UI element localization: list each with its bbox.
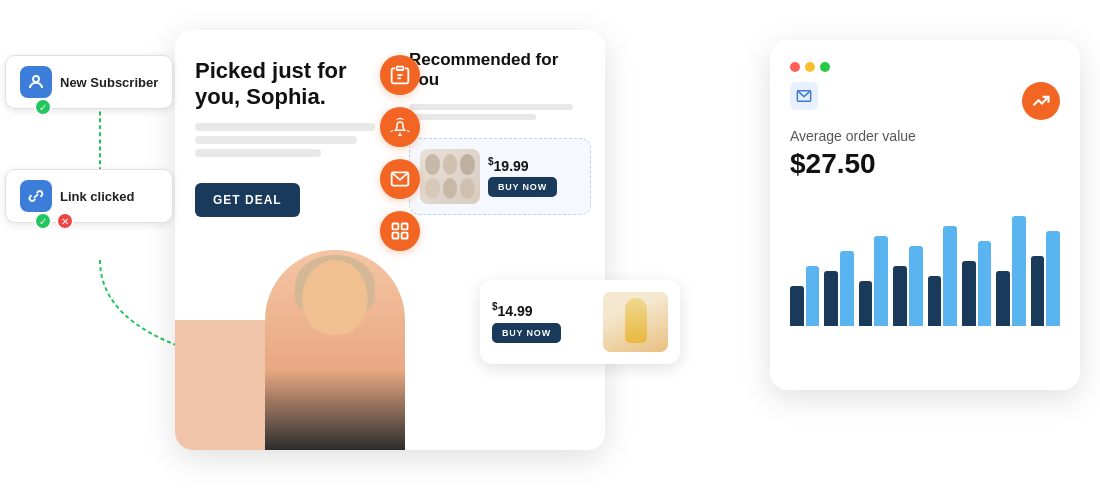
mac-dot-green [820, 62, 830, 72]
channel-icon-bell [380, 107, 420, 147]
svg-point-1 [33, 76, 39, 82]
product-info-2: $14.99 BUY NOW [492, 301, 593, 343]
email-analytics-icon [790, 82, 818, 110]
main-card-right-panel: Recommended for you [395, 30, 605, 450]
channel-icon-clipboard [380, 55, 420, 95]
bar-light-4 [943, 226, 957, 326]
svg-rect-9 [402, 224, 408, 230]
product-info-1: $19.99 BUY NOW [488, 156, 580, 198]
bar-light-6 [1012, 216, 1026, 326]
bar-group-5 [962, 241, 991, 326]
subscriber-icon [20, 66, 52, 98]
bar-group-1 [824, 251, 853, 326]
mac-dot-yellow [805, 62, 815, 72]
analytics-top-row [790, 82, 1060, 120]
svg-rect-10 [393, 233, 399, 239]
channel-icon-list [380, 55, 420, 251]
buy-now-button-2[interactable]: BUY NOW [492, 323, 561, 343]
rec-text-lines [409, 104, 591, 120]
x-badge: ✕ [56, 212, 74, 230]
product-price-1: $19.99 [488, 156, 580, 174]
bar-dark-1 [824, 271, 838, 326]
bar-dark-6 [996, 271, 1010, 326]
analytics-card: Average order value $27.50 [770, 40, 1080, 390]
rec-line-1 [409, 104, 573, 110]
subscriber-label: New Subscriber [60, 75, 158, 90]
bar-dark-0 [790, 286, 804, 326]
main-scene: New Subscriber ✓ Link clicked ✓ ✕ [0, 0, 1100, 500]
main-card-left-panel: Picked just for you, Sophia. GET DEAL [175, 30, 395, 450]
check-badge: ✓ [34, 98, 52, 116]
analytics-title: Average order value [790, 128, 1060, 144]
rec-line-2 [409, 114, 536, 120]
link-clicked-label: Link clicked [60, 189, 134, 204]
bar-group-0 [790, 266, 819, 326]
channel-icon-grid [380, 211, 420, 251]
get-deal-button[interactable]: GET DEAL [195, 183, 300, 217]
bar-chart [790, 196, 1060, 326]
bar-group-7 [1031, 231, 1060, 326]
bar-dark-7 [1031, 256, 1045, 326]
text-placeholder-lines [195, 123, 375, 157]
bar-dark-3 [893, 266, 907, 326]
mac-window-dots [790, 62, 1060, 72]
rec-heading: Recommended for you [409, 50, 591, 90]
product-price-2: $14.99 [492, 301, 593, 319]
svg-rect-8 [393, 224, 399, 230]
second-product-panel: $14.99 BUY NOW [480, 280, 680, 364]
bar-dark-5 [962, 261, 976, 326]
bar-group-3 [893, 246, 922, 326]
new-subscriber-card: New Subscriber ✓ [5, 55, 173, 109]
link-clicked-card: Link clicked ✓ ✕ [5, 169, 173, 223]
bar-dark-2 [859, 281, 873, 326]
rec-header: Recommended for you [409, 50, 591, 90]
woman-figure [265, 250, 405, 450]
analytics-value: $27.50 [790, 148, 1060, 180]
bar-group-6 [996, 216, 1025, 326]
text-line-3 [195, 149, 321, 157]
buy-now-button-1[interactable]: BUY NOW [488, 177, 557, 197]
svg-rect-11 [402, 233, 408, 239]
mac-dot-red [790, 62, 800, 72]
product-card-1: $19.99 BUY NOW [409, 138, 591, 215]
product-image-2 [603, 292, 668, 352]
bar-light-5 [978, 241, 992, 326]
svg-rect-2 [397, 67, 404, 70]
trigger-cards: New Subscriber ✓ Link clicked ✓ ✕ [5, 55, 173, 223]
channel-icon-email [380, 159, 420, 199]
bar-light-7 [1046, 231, 1060, 326]
main-heading: Picked just for you, Sophia. [195, 58, 375, 111]
bar-light-1 [840, 251, 854, 326]
bar-light-0 [806, 266, 820, 326]
bar-light-2 [874, 236, 888, 326]
check-badge2: ✓ [34, 212, 52, 230]
bar-group-2 [859, 236, 888, 326]
product-image-1 [420, 149, 480, 204]
text-line-2 [195, 136, 357, 144]
link-icon [20, 180, 52, 212]
bar-light-3 [909, 246, 923, 326]
bar-dark-4 [928, 276, 942, 326]
bar-group-4 [928, 226, 957, 326]
text-line-1 [195, 123, 375, 131]
woman-face [303, 260, 368, 335]
trend-up-icon [1022, 82, 1060, 120]
